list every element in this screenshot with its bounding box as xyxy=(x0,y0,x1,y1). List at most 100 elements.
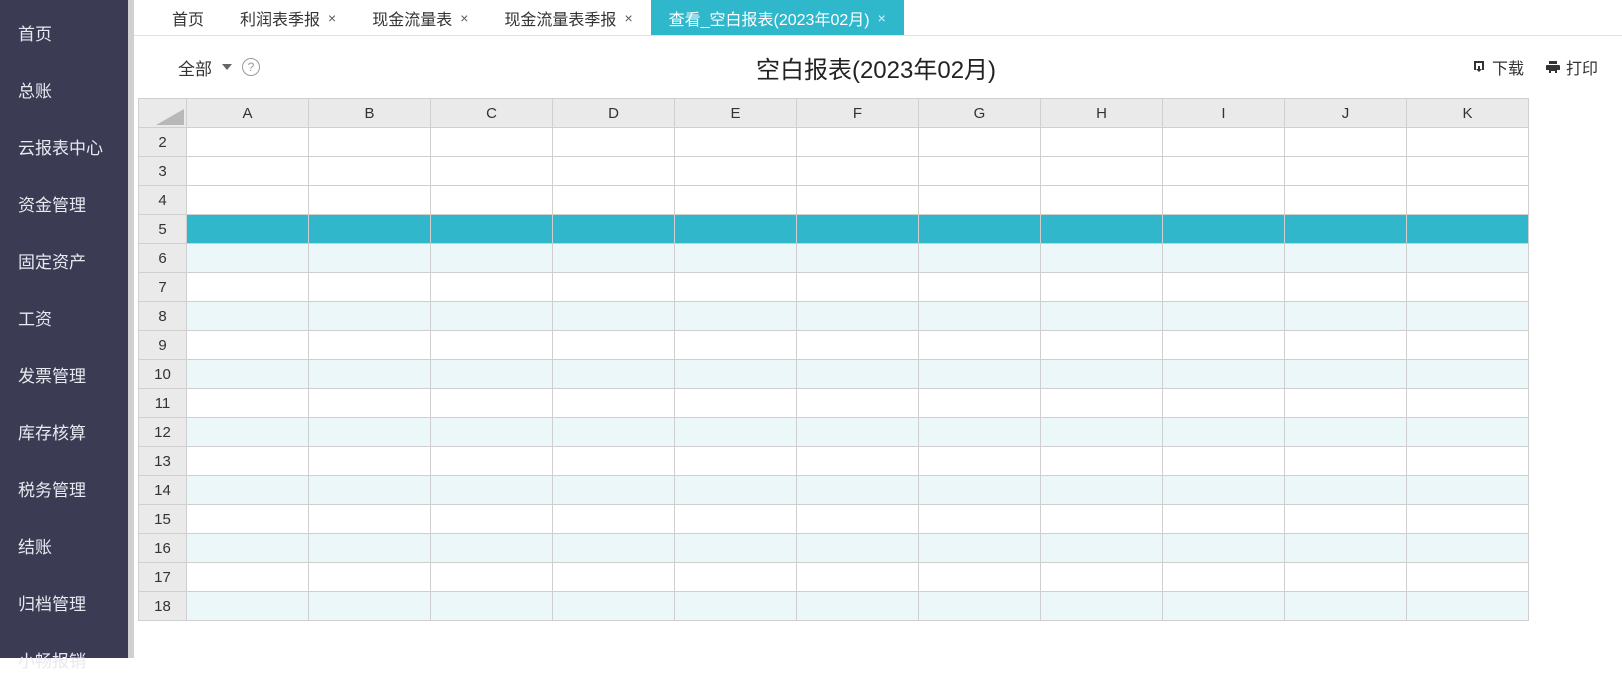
sidebar-item-9[interactable]: 结账 xyxy=(0,517,128,574)
tab-0[interactable]: 首页 xyxy=(154,0,222,35)
sidebar-item-3[interactable]: 资金管理 xyxy=(0,175,128,232)
cell-K12[interactable] xyxy=(1407,418,1529,447)
cell-J17[interactable] xyxy=(1285,563,1407,592)
cell-G2[interactable] xyxy=(919,128,1041,157)
cell-H14[interactable] xyxy=(1041,476,1163,505)
column-header-K[interactable]: K xyxy=(1407,99,1529,128)
cell-H12[interactable] xyxy=(1041,418,1163,447)
cell-I3[interactable] xyxy=(1163,157,1285,186)
row-header-5[interactable]: 5 xyxy=(139,215,187,244)
cell-K18[interactable] xyxy=(1407,592,1529,621)
cell-G10[interactable] xyxy=(919,360,1041,389)
cell-I4[interactable] xyxy=(1163,186,1285,215)
row-header-12[interactable]: 12 xyxy=(139,418,187,447)
close-icon[interactable]: × xyxy=(460,10,468,26)
cell-I15[interactable] xyxy=(1163,505,1285,534)
cell-G9[interactable] xyxy=(919,331,1041,360)
cell-F2[interactable] xyxy=(797,128,919,157)
cell-K8[interactable] xyxy=(1407,302,1529,331)
cell-H3[interactable] xyxy=(1041,157,1163,186)
cell-J6[interactable] xyxy=(1285,244,1407,273)
cell-J8[interactable] xyxy=(1285,302,1407,331)
tab-1[interactable]: 利润表季报× xyxy=(222,0,354,35)
cell-K4[interactable] xyxy=(1407,186,1529,215)
cell-E4[interactable] xyxy=(675,186,797,215)
cell-F15[interactable] xyxy=(797,505,919,534)
cell-H6[interactable] xyxy=(1041,244,1163,273)
cell-C15[interactable] xyxy=(431,505,553,534)
cell-B8[interactable] xyxy=(309,302,431,331)
cell-E16[interactable] xyxy=(675,534,797,563)
row-header-14[interactable]: 14 xyxy=(139,476,187,505)
cell-E8[interactable] xyxy=(675,302,797,331)
column-header-A[interactable]: A xyxy=(187,99,309,128)
cell-H15[interactable] xyxy=(1041,505,1163,534)
cell-I9[interactable] xyxy=(1163,331,1285,360)
cell-G8[interactable] xyxy=(919,302,1041,331)
cell-G5[interactable] xyxy=(919,215,1041,244)
cell-J3[interactable] xyxy=(1285,157,1407,186)
cell-B3[interactable] xyxy=(309,157,431,186)
cell-E12[interactable] xyxy=(675,418,797,447)
cell-A18[interactable] xyxy=(187,592,309,621)
cell-G13[interactable] xyxy=(919,447,1041,476)
row-header-6[interactable]: 6 xyxy=(139,244,187,273)
cell-F6[interactable] xyxy=(797,244,919,273)
cell-E3[interactable] xyxy=(675,157,797,186)
cell-G16[interactable] xyxy=(919,534,1041,563)
cell-J16[interactable] xyxy=(1285,534,1407,563)
cell-B12[interactable] xyxy=(309,418,431,447)
cell-B15[interactable] xyxy=(309,505,431,534)
cell-J5[interactable] xyxy=(1285,215,1407,244)
cell-K14[interactable] xyxy=(1407,476,1529,505)
cell-G14[interactable] xyxy=(919,476,1041,505)
cell-A16[interactable] xyxy=(187,534,309,563)
cell-C12[interactable] xyxy=(431,418,553,447)
cell-F13[interactable] xyxy=(797,447,919,476)
column-header-G[interactable]: G xyxy=(919,99,1041,128)
cell-I16[interactable] xyxy=(1163,534,1285,563)
cell-I12[interactable] xyxy=(1163,418,1285,447)
cell-J7[interactable] xyxy=(1285,273,1407,302)
cell-A2[interactable] xyxy=(187,128,309,157)
cell-B9[interactable] xyxy=(309,331,431,360)
cell-A6[interactable] xyxy=(187,244,309,273)
cell-B10[interactable] xyxy=(309,360,431,389)
cell-I2[interactable] xyxy=(1163,128,1285,157)
cell-C4[interactable] xyxy=(431,186,553,215)
row-header-4[interactable]: 4 xyxy=(139,186,187,215)
cell-B5[interactable] xyxy=(309,215,431,244)
cell-A17[interactable] xyxy=(187,563,309,592)
cell-H10[interactable] xyxy=(1041,360,1163,389)
cell-A9[interactable] xyxy=(187,331,309,360)
cell-F9[interactable] xyxy=(797,331,919,360)
cell-I13[interactable] xyxy=(1163,447,1285,476)
cell-J12[interactable] xyxy=(1285,418,1407,447)
row-header-10[interactable]: 10 xyxy=(139,360,187,389)
cell-H9[interactable] xyxy=(1041,331,1163,360)
cell-K17[interactable] xyxy=(1407,563,1529,592)
sidebar-item-6[interactable]: 发票管理 xyxy=(0,346,128,403)
cell-E17[interactable] xyxy=(675,563,797,592)
close-icon[interactable]: × xyxy=(624,10,632,26)
row-header-2[interactable]: 2 xyxy=(139,128,187,157)
column-header-F[interactable]: F xyxy=(797,99,919,128)
cell-C13[interactable] xyxy=(431,447,553,476)
cell-E7[interactable] xyxy=(675,273,797,302)
row-header-7[interactable]: 7 xyxy=(139,273,187,302)
cell-J15[interactable] xyxy=(1285,505,1407,534)
cell-E10[interactable] xyxy=(675,360,797,389)
cell-F5[interactable] xyxy=(797,215,919,244)
column-header-C[interactable]: C xyxy=(431,99,553,128)
cell-K10[interactable] xyxy=(1407,360,1529,389)
cell-B7[interactable] xyxy=(309,273,431,302)
cell-A14[interactable] xyxy=(187,476,309,505)
cell-C10[interactable] xyxy=(431,360,553,389)
cell-E14[interactable] xyxy=(675,476,797,505)
cell-A15[interactable] xyxy=(187,505,309,534)
cell-C17[interactable] xyxy=(431,563,553,592)
tab-2[interactable]: 现金流量表× xyxy=(354,0,486,35)
cell-B14[interactable] xyxy=(309,476,431,505)
cell-D13[interactable] xyxy=(553,447,675,476)
cell-F16[interactable] xyxy=(797,534,919,563)
